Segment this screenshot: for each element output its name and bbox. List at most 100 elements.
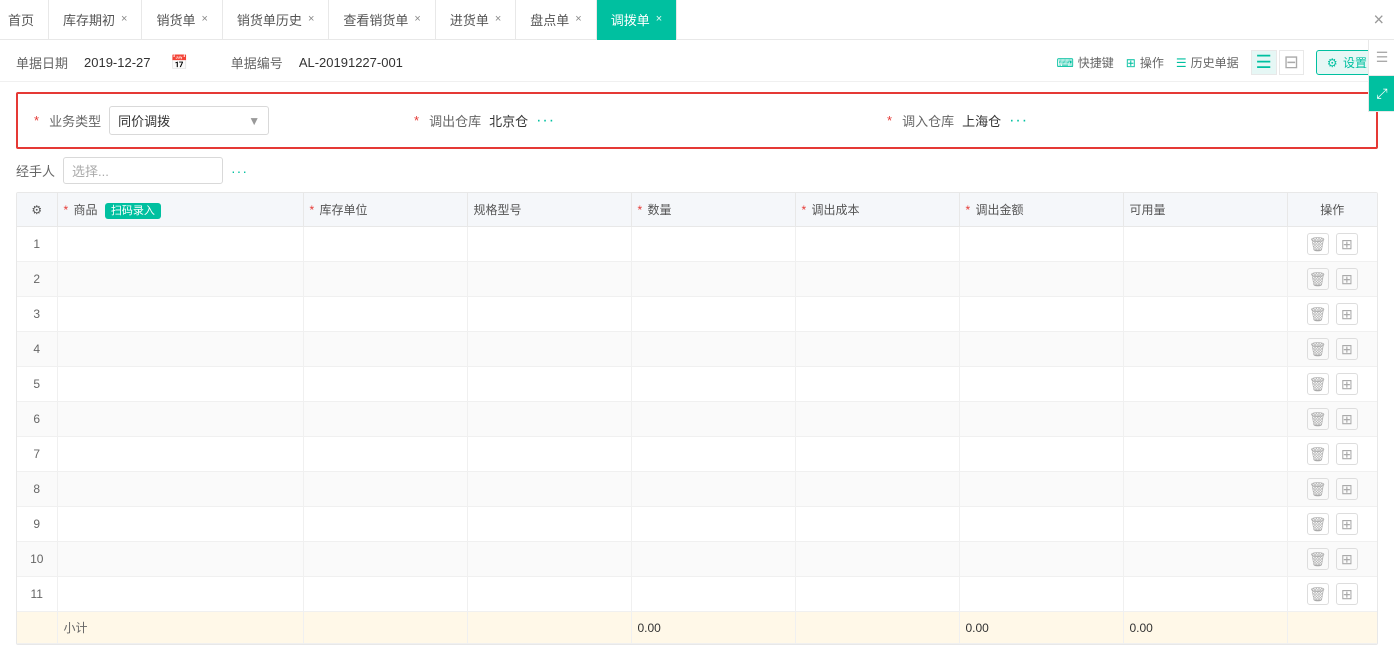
- row-spec-1[interactable]: [467, 227, 631, 262]
- row-available-5[interactable]: [1123, 367, 1287, 402]
- row-goods-3[interactable]: [57, 297, 303, 332]
- shortcuts-button[interactable]: ⌨ 快捷键: [1056, 54, 1113, 71]
- row-spec-4[interactable]: [467, 332, 631, 367]
- panel-list-icon[interactable]: ☰: [1369, 40, 1394, 76]
- row-qty-3[interactable]: [631, 297, 795, 332]
- row-spec-7[interactable]: [467, 437, 631, 472]
- tab-stocktake[interactable]: 盘点单 ×: [516, 0, 596, 40]
- row-qty-6[interactable]: [631, 402, 795, 437]
- row-goods-9[interactable]: [57, 507, 303, 542]
- copy-icon-11[interactable]: ⊞: [1336, 583, 1358, 605]
- row-amount-1[interactable]: [959, 227, 1123, 262]
- copy-icon-8[interactable]: ⊞: [1336, 478, 1358, 500]
- tab-view-sales-close[interactable]: ×: [414, 14, 420, 25]
- row-amount-2[interactable]: [959, 262, 1123, 297]
- row-amount-3[interactable]: [959, 297, 1123, 332]
- row-cost-8[interactable]: [795, 472, 959, 507]
- row-spec-2[interactable]: [467, 262, 631, 297]
- copy-icon-9[interactable]: ⊞: [1336, 513, 1358, 535]
- row-available-9[interactable]: [1123, 507, 1287, 542]
- row-unit-7[interactable]: [303, 437, 467, 472]
- tab-inventory-init-close[interactable]: ×: [121, 14, 127, 25]
- warehouse-in-more-btn[interactable]: ···: [1009, 112, 1028, 130]
- delete-icon-11[interactable]: 🗑: [1307, 583, 1329, 605]
- row-goods-4[interactable]: [57, 332, 303, 367]
- row-cost-11[interactable]: [795, 577, 959, 612]
- tab-home[interactable]: 首页: [8, 0, 49, 40]
- row-available-6[interactable]: [1123, 402, 1287, 437]
- row-spec-5[interactable]: [467, 367, 631, 402]
- row-available-4[interactable]: [1123, 332, 1287, 367]
- row-goods-2[interactable]: [57, 262, 303, 297]
- handler-more-btn[interactable]: ···: [231, 163, 248, 179]
- delete-icon-2[interactable]: 🗑: [1307, 268, 1329, 290]
- row-unit-4[interactable]: [303, 332, 467, 367]
- row-spec-6[interactable]: [467, 402, 631, 437]
- row-cost-1[interactable]: [795, 227, 959, 262]
- row-qty-2[interactable]: [631, 262, 795, 297]
- delete-icon-8[interactable]: 🗑: [1307, 478, 1329, 500]
- row-goods-11[interactable]: [57, 577, 303, 612]
- warehouse-out-more-btn[interactable]: ···: [536, 112, 555, 130]
- tab-purchase-close[interactable]: ×: [495, 14, 501, 25]
- tab-transfer[interactable]: 调拨单 ×: [597, 0, 677, 40]
- row-goods-10[interactable]: [57, 542, 303, 577]
- row-available-10[interactable]: [1123, 542, 1287, 577]
- copy-icon-5[interactable]: ⊞: [1336, 373, 1358, 395]
- tab-stocktake-close[interactable]: ×: [575, 14, 581, 25]
- tab-inventory-init[interactable]: 库存期初 ×: [49, 0, 142, 40]
- grid-view-icon[interactable]: ⊟: [1279, 50, 1304, 75]
- delete-icon-5[interactable]: 🗑: [1307, 373, 1329, 395]
- row-available-7[interactable]: [1123, 437, 1287, 472]
- row-unit-5[interactable]: [303, 367, 467, 402]
- row-available-3[interactable]: [1123, 297, 1287, 332]
- row-spec-8[interactable]: [467, 472, 631, 507]
- row-spec-3[interactable]: [467, 297, 631, 332]
- panel-expand-icon[interactable]: ⤢: [1369, 76, 1394, 112]
- row-unit-1[interactable]: [303, 227, 467, 262]
- copy-icon-6[interactable]: ⊞: [1336, 408, 1358, 430]
- row-cost-4[interactable]: [795, 332, 959, 367]
- list-view-icon[interactable]: ☰: [1251, 50, 1277, 75]
- row-available-1[interactable]: [1123, 227, 1287, 262]
- row-goods-7[interactable]: [57, 437, 303, 472]
- row-unit-9[interactable]: [303, 507, 467, 542]
- tab-view-sales[interactable]: 查看销货单 ×: [329, 0, 435, 40]
- biz-type-select[interactable]: 同价调拨 ▼: [109, 106, 269, 135]
- delete-icon-6[interactable]: 🗑: [1307, 408, 1329, 430]
- copy-icon-10[interactable]: ⊞: [1336, 548, 1358, 570]
- row-cost-10[interactable]: [795, 542, 959, 577]
- tab-sales-order[interactable]: 销货单 ×: [142, 0, 222, 40]
- row-amount-7[interactable]: [959, 437, 1123, 472]
- delete-icon-10[interactable]: 🗑: [1307, 548, 1329, 570]
- row-amount-11[interactable]: [959, 577, 1123, 612]
- handler-select[interactable]: 选择...: [63, 157, 223, 184]
- delete-icon-4[interactable]: 🗑: [1307, 338, 1329, 360]
- history-button[interactable]: ☰ 历史单据: [1176, 54, 1239, 71]
- row-cost-7[interactable]: [795, 437, 959, 472]
- row-goods-1[interactable]: [57, 227, 303, 262]
- row-spec-10[interactable]: [467, 542, 631, 577]
- row-amount-6[interactable]: [959, 402, 1123, 437]
- table-settings-icon[interactable]: ⚙: [31, 203, 42, 217]
- row-qty-10[interactable]: [631, 542, 795, 577]
- row-unit-10[interactable]: [303, 542, 467, 577]
- row-qty-5[interactable]: [631, 367, 795, 402]
- row-cost-9[interactable]: [795, 507, 959, 542]
- row-spec-9[interactable]: [467, 507, 631, 542]
- row-qty-7[interactable]: [631, 437, 795, 472]
- delete-icon-3[interactable]: 🗑: [1307, 303, 1329, 325]
- delete-icon-9[interactable]: 🗑: [1307, 513, 1329, 535]
- ops-button[interactable]: ⊞ 操作: [1126, 54, 1164, 71]
- scan-button[interactable]: 扫码录入: [105, 203, 161, 219]
- tab-sales-order-close[interactable]: ×: [201, 14, 207, 25]
- row-amount-10[interactable]: [959, 542, 1123, 577]
- row-unit-2[interactable]: [303, 262, 467, 297]
- row-amount-9[interactable]: [959, 507, 1123, 542]
- row-qty-9[interactable]: [631, 507, 795, 542]
- row-cost-3[interactable]: [795, 297, 959, 332]
- tab-transfer-close[interactable]: ×: [656, 14, 662, 25]
- row-cost-2[interactable]: [795, 262, 959, 297]
- row-qty-8[interactable]: [631, 472, 795, 507]
- row-amount-4[interactable]: [959, 332, 1123, 367]
